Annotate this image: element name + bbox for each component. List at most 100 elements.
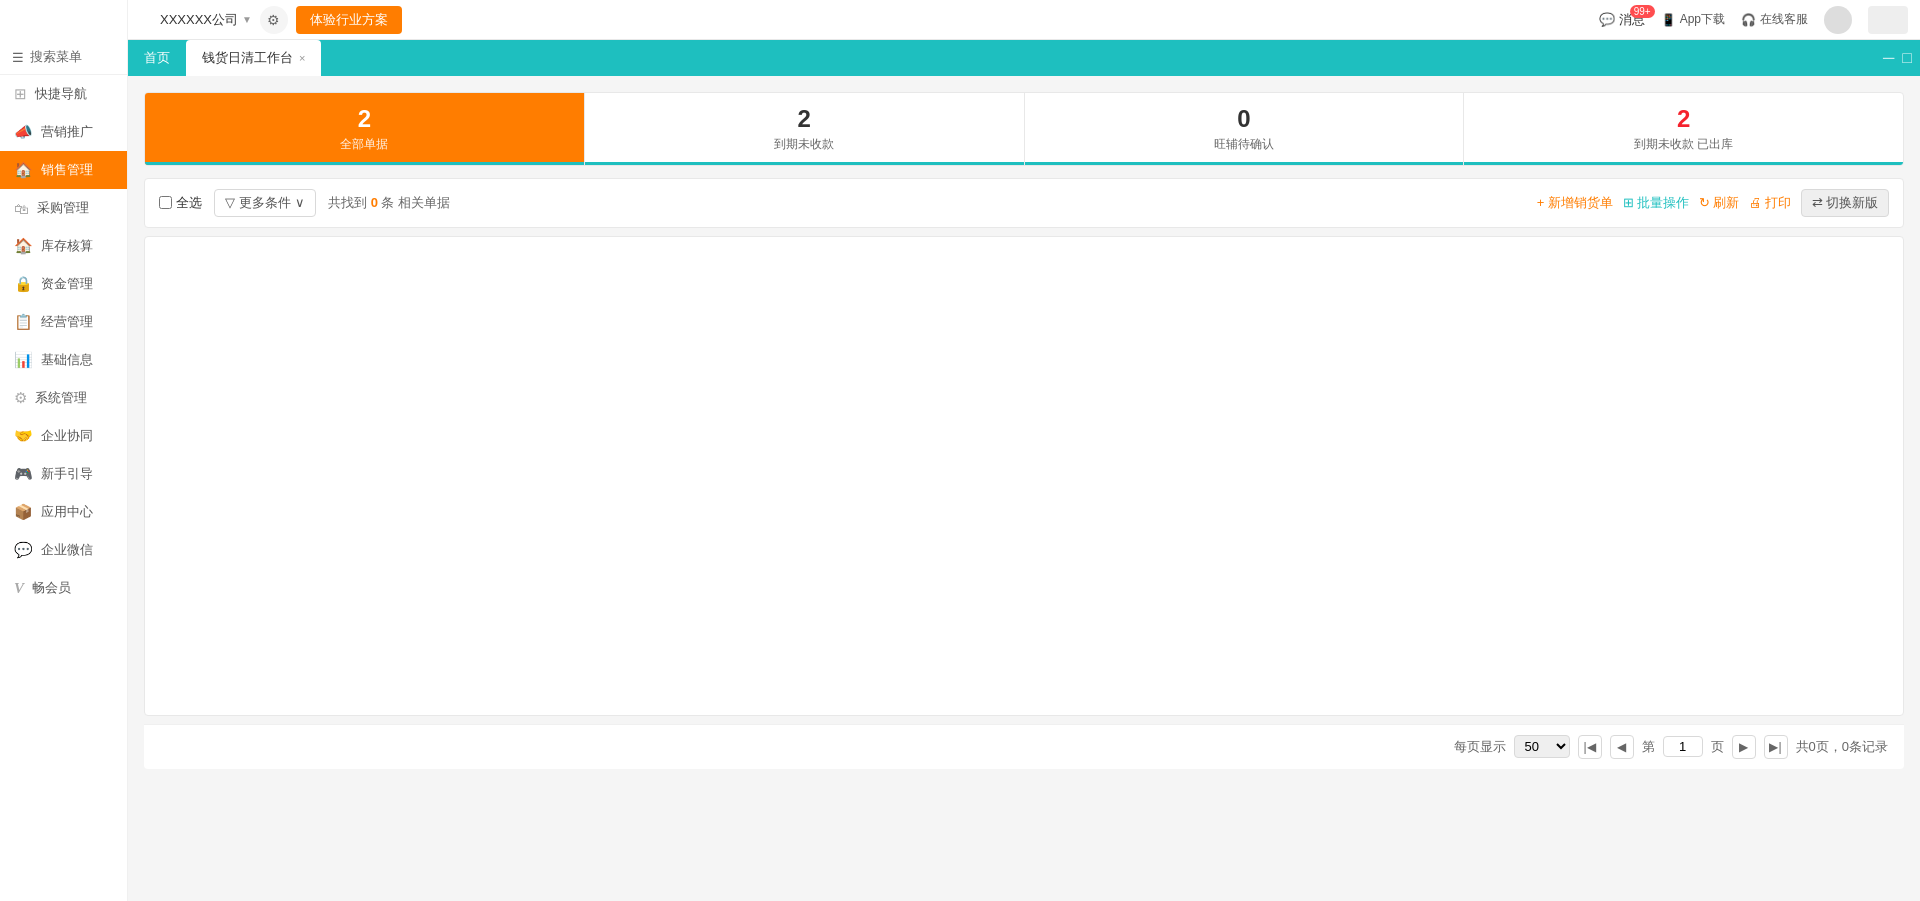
settings-icon[interactable]: ⚙	[260, 6, 288, 34]
page-size-label: 每页显示	[1454, 738, 1506, 756]
guide-icon: 🎮	[14, 465, 33, 483]
card-shipped[interactable]: 2 到期未收款 已出库	[1464, 93, 1903, 165]
sidebar-item-member[interactable]: V 畅会员	[0, 569, 127, 607]
sidebar: ☰ 搜索菜单 ⊞ 快捷导航 📣 营销推广 🏠 销售管理 🛍 采购管理 🏠 库存核…	[0, 0, 128, 901]
switch-version-btn[interactable]: ⇄ 切换新版	[1801, 189, 1889, 217]
main-content: 2 全部单据 2 到期未收款 0 旺辅待确认 2 到期未收款 已出库 全选 ▽ …	[128, 76, 1920, 901]
first-page-btn[interactable]: |◀	[1578, 735, 1602, 759]
message-icon: 💬	[1599, 12, 1615, 27]
sidebar-item-quick-nav[interactable]: ⊞ 快捷导航	[0, 75, 127, 113]
found-count: 0	[371, 195, 378, 210]
card-pending-num: 0	[1045, 105, 1444, 134]
sidebar-item-basic[interactable]: 📊 基础信息	[0, 341, 127, 379]
header-right: 💬 消息 99+ 📱 App下载 🎧 在线客服	[1599, 6, 1908, 34]
online-service[interactable]: 🎧 在线客服	[1741, 11, 1808, 28]
refresh-btn[interactable]: ↻ 刷新	[1699, 194, 1739, 212]
list-area	[144, 236, 1904, 716]
maximize-icon[interactable]: □	[1902, 49, 1912, 67]
card-all[interactable]: 2 全部单据	[145, 93, 585, 165]
system-icon: ⚙	[14, 389, 27, 407]
prev-page-btn[interactable]: ◀	[1610, 735, 1634, 759]
select-all-input[interactable]	[159, 196, 172, 209]
sidebar-item-label: 畅会员	[32, 579, 71, 597]
last-page-btn[interactable]: ▶|	[1764, 735, 1788, 759]
next-page-btn[interactable]: ▶	[1732, 735, 1756, 759]
sidebar-item-capital[interactable]: 🔒 资金管理	[0, 265, 127, 303]
batch-btn[interactable]: ⊞ 批量操作	[1623, 194, 1689, 212]
sidebar-item-guide[interactable]: 🎮 新手引导	[0, 455, 127, 493]
card-pending[interactable]: 0 旺辅待确认	[1025, 93, 1465, 165]
select-all-checkbox[interactable]: 全选	[159, 194, 202, 212]
sidebar-item-label: 销售管理	[41, 161, 93, 179]
pagination: 每页显示 50 20 100 |◀ ◀ 第 页 ▶ ▶| 共0页，0条记录	[144, 724, 1904, 769]
company-name: XXXXXX公司	[160, 11, 238, 29]
print-btn[interactable]: 🖨 打印	[1749, 194, 1791, 212]
select-all-label: 全选	[176, 194, 202, 212]
sidebar-item-system[interactable]: ⚙ 系统管理	[0, 379, 127, 417]
operations-icon: 📋	[14, 313, 33, 331]
sidebar-search[interactable]: ☰ 搜索菜单	[0, 40, 127, 75]
card-overdue-num: 2	[605, 105, 1004, 134]
marketing-icon: 📣	[14, 123, 33, 141]
sidebar-item-label: 快捷导航	[35, 85, 87, 103]
sidebar-item-operations[interactable]: 📋 经营管理	[0, 303, 127, 341]
page-label: 第	[1642, 738, 1655, 756]
apps-icon: 📦	[14, 503, 33, 521]
user-avatar[interactable]	[1824, 6, 1852, 34]
summary-cards: 2 全部单据 2 到期未收款 0 旺辅待确认 2 到期未收款 已出库	[144, 92, 1904, 166]
sidebar-item-marketing[interactable]: 📣 营销推广	[0, 113, 127, 151]
wechat-icon: 💬	[14, 541, 33, 559]
app-icon: 📱	[1661, 13, 1676, 27]
sidebar-item-wechat[interactable]: 💬 企业微信	[0, 531, 127, 569]
tab-home[interactable]: 首页	[128, 40, 186, 76]
nav-tabs-bar: 首页 钱货日清工作台 × ─ □	[128, 40, 1920, 76]
card-shipped-num: 2	[1484, 105, 1883, 134]
page-input[interactable]	[1663, 736, 1703, 757]
filter-icon: ▽	[225, 195, 235, 210]
found-text: 共找到 0 条 相关单据	[328, 194, 450, 212]
app-download[interactable]: 📱 App下载	[1661, 11, 1725, 28]
chevron-icon: ∨	[295, 195, 305, 210]
trial-btn[interactable]: 体验行业方案	[296, 6, 402, 34]
add-sale-btn[interactable]: + 新增销货单	[1537, 194, 1613, 212]
print-icon: 🖨	[1749, 195, 1762, 210]
minimize-icon[interactable]: ─	[1883, 49, 1894, 67]
sidebar-item-label: 系统管理	[35, 389, 87, 407]
card-shipped-label: 到期未收款 已出库	[1484, 136, 1883, 153]
quick-nav-icon: ⊞	[14, 85, 27, 103]
purchase-icon: 🛍	[14, 200, 29, 217]
switch-icon: ⇄	[1812, 195, 1823, 210]
sidebar-item-label: 资金管理	[41, 275, 93, 293]
company-selector[interactable]: XXXXXX公司 ▼	[160, 11, 252, 29]
tab-workbench[interactable]: 钱货日清工作台 ×	[186, 40, 321, 76]
page-size-select[interactable]: 50 20 100	[1514, 735, 1570, 758]
sidebar-item-label: 经营管理	[41, 313, 93, 331]
sidebar-item-inventory[interactable]: 🏠 库存核算	[0, 227, 127, 265]
batch-icon: ⊞	[1623, 195, 1634, 210]
sidebar-item-apps[interactable]: 📦 应用中心	[0, 493, 127, 531]
sidebar-item-label: 库存核算	[41, 237, 93, 255]
member-icon: V	[14, 580, 24, 597]
basic-icon: 📊	[14, 351, 33, 369]
user-avatar2[interactable]	[1868, 6, 1908, 34]
sidebar-item-purchase[interactable]: 🛍 采购管理	[0, 189, 127, 227]
card-overdue[interactable]: 2 到期未收款	[585, 93, 1025, 165]
capital-icon: 🔒	[14, 275, 33, 293]
card-all-num: 2	[165, 105, 564, 134]
card-pending-underline	[1025, 162, 1464, 165]
sidebar-item-label: 基础信息	[41, 351, 93, 369]
close-tab-icon[interactable]: ×	[299, 52, 305, 64]
sidebar-item-enterprise[interactable]: 🤝 企业协同	[0, 417, 127, 455]
sidebar-item-label: 企业协同	[41, 427, 93, 445]
card-all-label: 全部单据	[165, 136, 564, 153]
search-icon: ☰	[12, 50, 24, 65]
filter-btn[interactable]: ▽ 更多条件 ∨	[214, 189, 316, 217]
sidebar-item-sales[interactable]: 🏠 销售管理	[0, 151, 127, 189]
sidebar-item-label: 应用中心	[41, 503, 93, 521]
toolbar: 全选 ▽ 更多条件 ∨ 共找到 0 条 相关单据 + 新增销货单 ⊞ 批量操作 …	[144, 178, 1904, 228]
sidebar-item-label: 新手引导	[41, 465, 93, 483]
card-all-underline	[145, 162, 584, 165]
service-icon: 🎧	[1741, 13, 1756, 27]
toolbar-right: + 新增销货单 ⊞ 批量操作 ↻ 刷新 🖨 打印 ⇄ 切换新版	[1537, 189, 1889, 217]
message-area[interactable]: 💬 消息 99+	[1599, 11, 1645, 29]
